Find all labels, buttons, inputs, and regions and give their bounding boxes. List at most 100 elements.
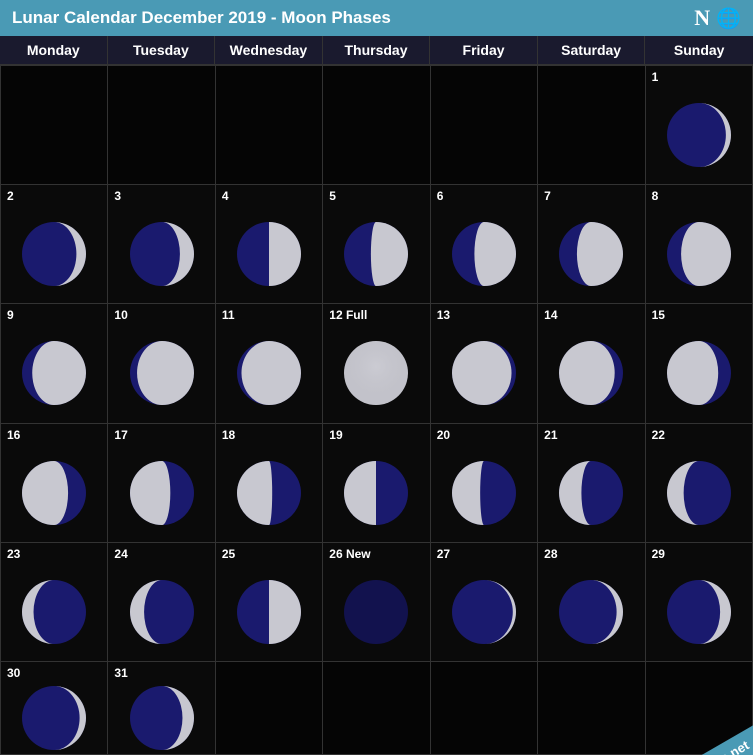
calendar-cell: [216, 662, 323, 755]
header-icons: N 🌐: [694, 5, 741, 31]
calendar-cell: 29: [646, 543, 753, 662]
calendar-cell: 19: [323, 424, 430, 543]
moon-phase-display: [323, 444, 429, 542]
header-title: Lunar Calendar December 2019 - Moon Phas…: [12, 8, 391, 28]
moon-phase-display: [646, 324, 752, 422]
day-number: 16: [1, 428, 20, 442]
day-number: 7: [538, 189, 551, 203]
calendar-cell: 25: [216, 543, 323, 662]
calendar-cell: 9: [1, 304, 108, 423]
moon-phase-display: [216, 324, 322, 422]
moon-phase-display: [538, 205, 644, 303]
moon-phase-display: [108, 324, 214, 422]
moon-phase-display: [538, 563, 644, 661]
calendar-cell: 14: [538, 304, 645, 423]
moon-phase-display: [431, 324, 537, 422]
calendar-cell: [216, 66, 323, 185]
calendar-cell: [431, 66, 538, 185]
day-number: 4: [216, 189, 229, 203]
day-number: 27: [431, 547, 450, 561]
day-number: 22: [646, 428, 665, 442]
calendar-cell: [323, 66, 430, 185]
moon-phase-display: [1, 563, 107, 661]
day-names-row: MondayTuesdayWednesdayThursdayFridaySatu…: [0, 36, 753, 65]
outer-wrapper: MondayTuesdayWednesdayThursdayFridaySatu…: [0, 36, 753, 755]
calendar-grid: 1 2 3 4: [0, 65, 753, 755]
letter-n-icon: N: [694, 5, 710, 31]
calendar-cell: 2: [1, 185, 108, 304]
moon-phase-display: [646, 444, 752, 542]
moon-phase-display: [216, 444, 322, 542]
calendar-cell: [108, 66, 215, 185]
day-name-sunday: Sunday: [645, 36, 753, 64]
moon-phase-display: [538, 324, 644, 422]
calendar-cell: 5: [323, 185, 430, 304]
calendar-cell: 26 New: [323, 543, 430, 662]
day-name-saturday: Saturday: [538, 36, 646, 64]
day-number: 26 New: [323, 547, 370, 561]
calendar-cell: [538, 66, 645, 185]
day-number: 30: [1, 666, 20, 680]
moon-phase-display: [108, 682, 214, 754]
calendar-cell: 10: [108, 304, 215, 423]
moon-phase-display: [646, 86, 752, 184]
calendar-cell: 27: [431, 543, 538, 662]
calendar-cell: 24: [108, 543, 215, 662]
moon-phase-display: [1, 324, 107, 422]
calendar-cell: 30: [1, 662, 108, 755]
moon-phase-display: [216, 563, 322, 661]
day-number: 10: [108, 308, 127, 322]
calendar-cell: 22: [646, 424, 753, 543]
moon-phase-display: [216, 205, 322, 303]
calendar-cell: 31: [108, 662, 215, 755]
calendar-cell: 12 Full: [323, 304, 430, 423]
day-name-monday: Monday: [0, 36, 108, 64]
day-number: 28: [538, 547, 557, 561]
day-number: 25: [216, 547, 235, 561]
moon-phase-display: [538, 444, 644, 542]
day-name-friday: Friday: [430, 36, 538, 64]
moon-phase-display: [108, 563, 214, 661]
day-number: 2: [1, 189, 14, 203]
moon-phase-display: [1, 444, 107, 542]
moon-phase-display: [431, 444, 537, 542]
day-number: 12 Full: [323, 308, 367, 322]
calendar-cell: 1: [646, 66, 753, 185]
moon-phase-display: [431, 563, 537, 661]
day-number: 14: [538, 308, 557, 322]
moon-phase-display: [1, 205, 107, 303]
moon-phase-display: [431, 205, 537, 303]
day-number: 19: [323, 428, 342, 442]
moon-phase-display: [323, 324, 429, 422]
globe-icon: 🌐: [716, 6, 741, 31]
day-number: 11: [216, 308, 235, 322]
day-number: 21: [538, 428, 557, 442]
calendar-cell: 16: [1, 424, 108, 543]
calendar-cell: 17: [108, 424, 215, 543]
day-name-tuesday: Tuesday: [108, 36, 216, 64]
day-number: 9: [1, 308, 14, 322]
moon-phase-display: [646, 205, 752, 303]
moon-phase-display: [108, 205, 214, 303]
moon-phase-display: [1, 682, 107, 754]
day-number: 15: [646, 308, 665, 322]
calendar-cell: 6: [431, 185, 538, 304]
header: Lunar Calendar December 2019 - Moon Phas…: [0, 0, 753, 36]
calendar-cell: 8: [646, 185, 753, 304]
day-number: 6: [431, 189, 444, 203]
moon-phase-display: [646, 563, 752, 661]
calendar-cell: 20: [431, 424, 538, 543]
calendar-cell: 23: [1, 543, 108, 662]
calendar-cell: 7: [538, 185, 645, 304]
calendar-cell: [646, 662, 753, 755]
calendar-cell: [431, 662, 538, 755]
calendar-cell: 3: [108, 185, 215, 304]
day-number: 31: [108, 666, 127, 680]
calendar-cell: 13: [431, 304, 538, 423]
calendar-cell: [323, 662, 430, 755]
calendar-cell: [1, 66, 108, 185]
calendar-cell: 11: [216, 304, 323, 423]
day-number: 20: [431, 428, 450, 442]
calendar-cell: 28: [538, 543, 645, 662]
day-number: 23: [1, 547, 20, 561]
